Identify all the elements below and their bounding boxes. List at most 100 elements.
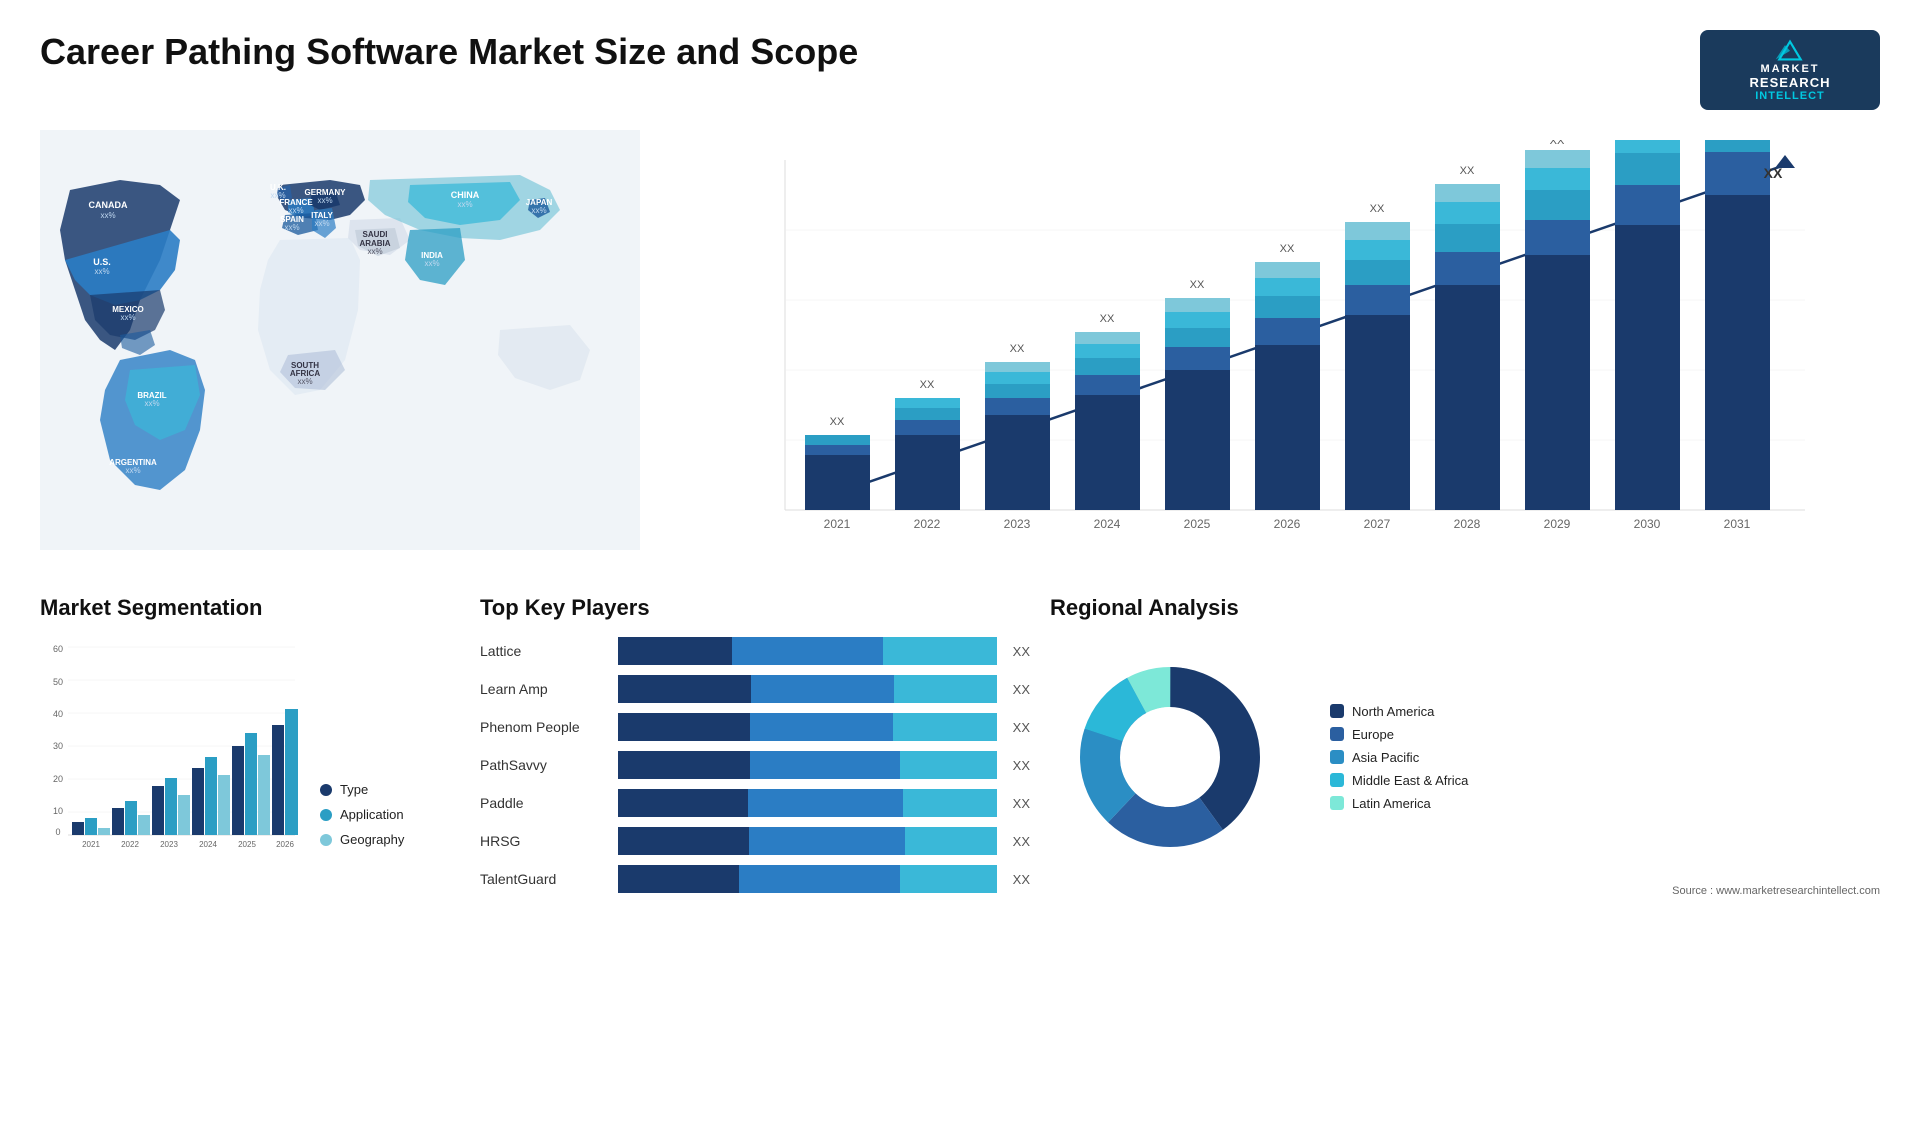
svg-text:2024: 2024 — [1094, 517, 1121, 531]
player-bar-container — [618, 637, 997, 665]
donut-legend-item: Europe — [1330, 727, 1468, 742]
logo-line3: INTELLECT — [1755, 90, 1825, 102]
svg-text:XX: XX — [1280, 243, 1295, 255]
player-xx-label: XX — [1013, 644, 1030, 659]
svg-text:XX: XX — [1100, 313, 1115, 325]
svg-text:2021: 2021 — [82, 840, 100, 849]
header: Career Pathing Software Market Size and … — [40, 30, 1880, 110]
svg-text:xx%: xx% — [367, 247, 382, 256]
legend-geo-label: Geography — [340, 832, 404, 847]
donut-legend-label: Europe — [1352, 727, 1394, 742]
svg-text:60: 60 — [53, 644, 63, 654]
svg-text:20: 20 — [53, 774, 63, 784]
donut-legend-item: Middle East & Africa — [1330, 773, 1468, 788]
svg-text:2027: 2027 — [1364, 517, 1391, 531]
svg-text:30: 30 — [53, 741, 63, 751]
player-bar — [618, 675, 997, 703]
player-row: PaddleXX — [480, 789, 1030, 817]
svg-text:2029: 2029 — [1544, 517, 1571, 531]
player-bar — [618, 827, 997, 855]
svg-text:XX: XX — [1190, 279, 1205, 291]
svg-text:XX: XX — [1460, 165, 1475, 177]
player-xx-label: XX — [1013, 872, 1030, 887]
svg-text:2025: 2025 — [1184, 517, 1211, 531]
player-row: HRSG XX — [480, 827, 1030, 855]
svg-text:xx%: xx% — [125, 466, 140, 475]
svg-text:xx%: xx% — [120, 313, 135, 322]
regional-section: Regional Analysis — [1050, 595, 1880, 903]
svg-text:xx%: xx% — [297, 377, 312, 386]
svg-text:2031: 2031 — [1724, 517, 1751, 531]
svg-text:xx%: xx% — [100, 211, 115, 220]
svg-text:xx%: xx% — [94, 267, 109, 276]
legend-type: Type — [320, 782, 404, 797]
player-bar — [618, 713, 997, 741]
svg-text:50: 50 — [53, 677, 63, 687]
player-xx-label: XX — [1013, 796, 1030, 811]
svg-text:XX: XX — [1550, 140, 1565, 147]
svg-text:xx%: xx% — [424, 259, 439, 268]
player-row: Lattice XX — [480, 637, 1030, 665]
player-bar — [618, 865, 997, 893]
player-bar-container — [618, 713, 997, 741]
svg-text:2023: 2023 — [1004, 517, 1031, 531]
donut-legend-color — [1330, 704, 1344, 718]
legend-dot-app — [320, 809, 332, 821]
svg-text:CHINA: CHINA — [451, 190, 480, 200]
svg-text:U.S.: U.S. — [93, 257, 111, 267]
player-xx-label: XX — [1013, 834, 1030, 849]
svg-text:2026: 2026 — [1274, 517, 1301, 531]
legend-type-label: Type — [340, 782, 368, 797]
svg-text:XX: XX — [830, 416, 845, 428]
source-text: Source : www.marketresearchintellect.com — [1050, 885, 1880, 897]
svg-text:xx%: xx% — [144, 399, 159, 408]
players-title: Top Key Players — [480, 595, 1030, 621]
player-row: Learn Amp XX — [480, 675, 1030, 703]
player-xx-label: XX — [1013, 682, 1030, 697]
logo-icon — [1765, 38, 1815, 63]
svg-text:xx%: xx% — [457, 200, 472, 209]
player-bar-container — [618, 865, 997, 893]
svg-text:SAUDI: SAUDI — [363, 230, 388, 239]
growth-bar-chart: 2021 XX 2022 XX 2023 XX 2024 XX — [670, 140, 1880, 560]
player-bar-container — [618, 827, 997, 855]
svg-text:CANADA: CANADA — [89, 200, 128, 210]
logo-line2: RESEARCH — [1750, 75, 1831, 90]
legend-geo: Geography — [320, 832, 404, 847]
player-name: PathSavvy — [480, 757, 610, 773]
svg-text:XX: XX — [920, 379, 935, 391]
page-title: Career Pathing Software Market Size and … — [40, 30, 858, 73]
svg-text:2021: 2021 — [824, 517, 851, 531]
svg-text:10: 10 — [53, 806, 63, 816]
map-container: CANADA xx% U.S. xx% MEXICO xx% BRAZIL xx… — [40, 130, 640, 550]
logo-line1: MARKET — [1760, 63, 1819, 75]
legend-dot-type — [320, 784, 332, 796]
players-section: Top Key Players Lattice XX Learn Amp XX Phen… — [480, 595, 1030, 903]
logo-area: MARKET RESEARCH INTELLECT — [1700, 30, 1880, 110]
segmentation-title: Market Segmentation — [40, 595, 460, 621]
legend-dot-geo — [320, 834, 332, 846]
svg-text:XX: XX — [1010, 343, 1025, 355]
donut-chart — [1050, 637, 1310, 877]
segmentation-section: Market Segmentation 60 50 40 30 20 10 0 — [40, 595, 460, 903]
donut-legend-color — [1330, 750, 1344, 764]
player-bar-container — [618, 751, 997, 779]
player-xx-label: XX — [1013, 758, 1030, 773]
donut-legend-item: Latin America — [1330, 796, 1468, 811]
player-bar-container — [618, 789, 997, 817]
player-name: TalentGuard — [480, 871, 610, 887]
main-row: CANADA xx% U.S. xx% MEXICO xx% BRAZIL xx… — [40, 130, 1880, 565]
donut-container: North AmericaEuropeAsia PacificMiddle Ea… — [1050, 637, 1880, 877]
player-bar — [618, 789, 997, 817]
seg-legend: Type Application Geography — [320, 782, 404, 857]
player-name: HRSG — [480, 833, 610, 849]
players-list: LatticeXXLearn AmpXXPhenom PeopleXXPathS… — [480, 637, 1030, 893]
svg-text:xx%: xx% — [284, 223, 299, 232]
donut-legend-label: Latin America — [1352, 796, 1431, 811]
player-name: Phenom People — [480, 719, 610, 735]
player-name: Learn Amp — [480, 681, 610, 697]
player-name: Lattice — [480, 643, 610, 659]
donut-legend-label: North America — [1352, 704, 1434, 719]
player-row: PathSavvy XX — [480, 751, 1030, 779]
svg-text:40: 40 — [53, 709, 63, 719]
